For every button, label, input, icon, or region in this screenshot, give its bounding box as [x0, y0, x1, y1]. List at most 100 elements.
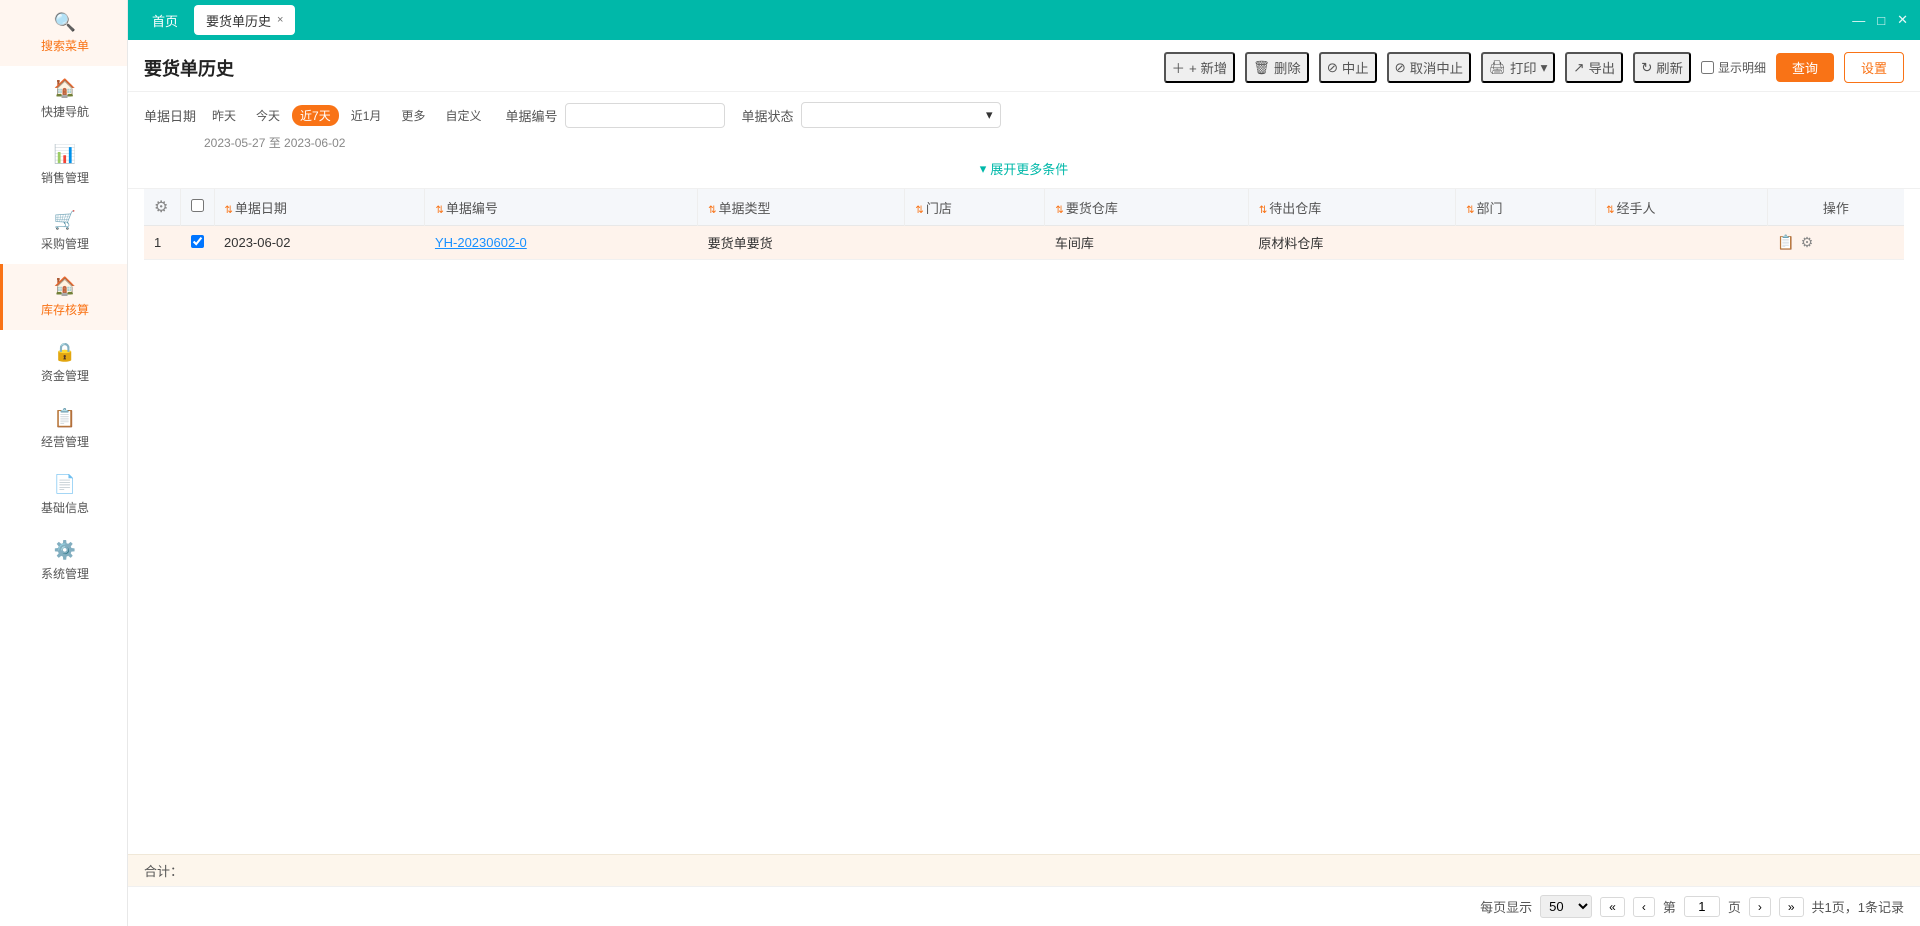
edit-action-icon[interactable]: ⚙ — [1801, 234, 1814, 251]
sort-icon-req-wh[interactable]: ⇅ — [1055, 205, 1063, 216]
window-close-icon[interactable]: ✕ — [1897, 12, 1908, 28]
sidebar: 🔍 搜索菜单 🏠 快捷导航 📊 销售管理 🛒 采购管理 🏠 库存核算 🔒 资金管… — [0, 0, 128, 926]
search-menu-icon: 🔍 — [54, 12, 76, 33]
col-checkbox — [180, 189, 214, 226]
date-pills: 昨天 今天 近7天 近1月 更多 自定义 — [204, 105, 489, 126]
print-dropdown-icon: ▾ — [1541, 60, 1548, 76]
row-pending-warehouse: 原材料仓库 — [1248, 226, 1455, 260]
table-row: 1 2023-06-02 YH-20230602-0 要货单要货 车间库 原材料… — [144, 226, 1904, 260]
stop-button[interactable]: ⊘ 中止 — [1319, 52, 1377, 83]
page-size-select[interactable]: 50 10 20 100 — [1540, 895, 1592, 918]
sidebar-item-sales[interactable]: 📊 销售管理 — [0, 132, 127, 198]
row-handler — [1596, 226, 1768, 260]
delete-icon: 🗑 — [1253, 60, 1270, 76]
sort-icon-date[interactable]: ⇅ — [225, 205, 233, 216]
show-detail-checkbox[interactable] — [1701, 61, 1714, 74]
date-filter-label: 单据日期 — [144, 106, 196, 125]
sidebar-item-quick-nav[interactable]: 🏠 快捷导航 — [0, 66, 127, 132]
col-settings[interactable]: ⚙ — [144, 189, 180, 226]
col-handler: ⇅经手人 — [1596, 189, 1768, 226]
doc-no-link[interactable]: YH-20230602-0 — [435, 235, 527, 250]
last-page-button[interactable]: » — [1779, 897, 1804, 917]
row-select-checkbox[interactable] — [191, 235, 204, 248]
status-dropdown-icon: ▾ — [986, 107, 993, 123]
sidebar-item-purchase[interactable]: 🛒 采购管理 — [0, 198, 127, 264]
status-filter-group: 单据状态 ▾ — [741, 102, 1001, 128]
sidebar-item-inventory[interactable]: 🏠 库存核算 — [0, 264, 127, 330]
inventory-icon: 🏠 — [54, 276, 76, 297]
total-info: 共1页，1条记录 — [1812, 897, 1904, 916]
summary-label: 合计： — [144, 864, 183, 879]
status-select[interactable]: ▾ — [801, 102, 1001, 128]
pill-yesterday[interactable]: 昨天 — [204, 105, 244, 126]
select-all-checkbox[interactable] — [191, 199, 204, 212]
tab-home[interactable]: 首页 — [140, 5, 190, 35]
doc-no-input[interactable] — [565, 103, 725, 128]
print-button[interactable]: 🖨 打印 ▾ — [1481, 52, 1555, 83]
page-number-input[interactable] — [1684, 896, 1720, 917]
col-doc-type: ⇅单据类型 — [698, 189, 905, 226]
pill-more[interactable]: 更多 — [393, 105, 433, 126]
sidebar-item-system[interactable]: ⚙️ 系统管理 — [0, 528, 127, 594]
view-action-icon[interactable]: 📋 — [1777, 234, 1794, 251]
prev-page-button[interactable]: ‹ — [1633, 897, 1655, 917]
print-icon: 🖨 — [1489, 60, 1506, 76]
pill-today[interactable]: 今天 — [248, 105, 288, 126]
delete-button[interactable]: 🗑 删除 — [1245, 52, 1309, 83]
next-page-button[interactable]: › — [1749, 897, 1771, 917]
window-minimize-icon[interactable]: — — [1852, 13, 1865, 28]
tab-close-icon[interactable]: × — [277, 14, 283, 26]
sort-icon-dept[interactable]: ⇅ — [1466, 205, 1474, 216]
col-req-warehouse: ⇅要货仓库 — [1045, 189, 1248, 226]
page-content: 要货单历史 ＋ + 新增 🗑 删除 ⊘ 中止 ⊘ 取消中止 — [128, 40, 1920, 926]
row-checkbox[interactable] — [180, 226, 214, 260]
stop-icon: ⊘ — [1327, 60, 1338, 76]
page-header: 要货单历史 ＋ + 新增 🗑 删除 ⊘ 中止 ⊘ 取消中止 — [128, 40, 1920, 92]
col-doc-no: ⇅单据编号 — [425, 189, 698, 226]
sort-icon-doc-type[interactable]: ⇅ — [708, 205, 716, 216]
date-filter-group: 单据日期 昨天 今天 近7天 近1月 更多 自定义 — [144, 105, 489, 126]
sidebar-item-basic[interactable]: 📄 基础信息 — [0, 462, 127, 528]
pill-1month[interactable]: 近1月 — [343, 105, 390, 126]
col-department: ⇅部门 — [1456, 189, 1596, 226]
new-icon: ＋ — [1172, 58, 1185, 77]
basic-icon: 📄 — [54, 474, 76, 495]
refresh-button[interactable]: ↻ 刷新 — [1633, 52, 1691, 83]
page-title: 要货单历史 — [144, 55, 234, 81]
settings-button[interactable]: 设置 — [1844, 52, 1904, 83]
cancel-stop-button[interactable]: ⊘ 取消中止 — [1387, 52, 1471, 83]
operation-icon: 📋 — [54, 408, 76, 429]
table-footer-summary: 合计： — [128, 854, 1920, 886]
window-maximize-icon[interactable]: □ — [1877, 13, 1885, 28]
expand-filter-button[interactable]: ▾ 展开更多条件 — [144, 159, 1904, 178]
row-doc-no[interactable]: YH-20230602-0 — [425, 226, 698, 260]
query-button[interactable]: 查询 — [1776, 53, 1834, 82]
first-page-button[interactable]: « — [1600, 897, 1625, 917]
settings-col-icon[interactable]: ⚙ — [154, 199, 168, 216]
sort-icon-pending-wh[interactable]: ⇅ — [1259, 205, 1267, 216]
sort-icon-store[interactable]: ⇅ — [915, 205, 923, 216]
filter-area: 单据日期 昨天 今天 近7天 近1月 更多 自定义 单据编号 — [128, 92, 1920, 189]
new-button[interactable]: ＋ + 新增 — [1164, 52, 1235, 83]
sidebar-item-operation[interactable]: 📋 经营管理 — [0, 396, 127, 462]
row-doc-type: 要货单要货 — [698, 226, 905, 260]
pill-7days[interactable]: 近7天 — [292, 105, 339, 126]
sidebar-item-finance[interactable]: 🔒 资金管理 — [0, 330, 127, 396]
pill-custom[interactable]: 自定义 — [437, 105, 489, 126]
col-pending-warehouse: ⇅待出仓库 — [1248, 189, 1455, 226]
sort-icon-doc-no[interactable]: ⇅ — [435, 205, 443, 216]
export-button[interactable]: ↗ 导出 — [1565, 52, 1623, 83]
date-range-display: 2023-05-27 至 2023-06-02 — [204, 134, 345, 151]
doc-no-filter-group: 单据编号 — [505, 103, 725, 128]
finance-icon: 🔒 — [54, 342, 76, 363]
data-table: ⚙ ⇅单据日期 ⇅单据编号 ⇅单据类型 — [144, 189, 1904, 260]
show-detail-toggle[interactable]: 显示明细 — [1701, 59, 1766, 76]
sort-icon-handler[interactable]: ⇅ — [1606, 205, 1614, 216]
col-date: ⇅单据日期 — [214, 189, 425, 226]
home-icon: 🏠 — [54, 78, 76, 99]
tab-purchase-history[interactable]: 要货单历史 × — [194, 5, 295, 35]
expand-icon: ▾ — [980, 161, 987, 177]
topbar: 首页 要货单历史 × — □ ✕ — [128, 0, 1920, 40]
topbar-right-controls: — □ ✕ — [1852, 12, 1908, 28]
sidebar-item-search-menu[interactable]: 🔍 搜索菜单 — [0, 0, 127, 66]
